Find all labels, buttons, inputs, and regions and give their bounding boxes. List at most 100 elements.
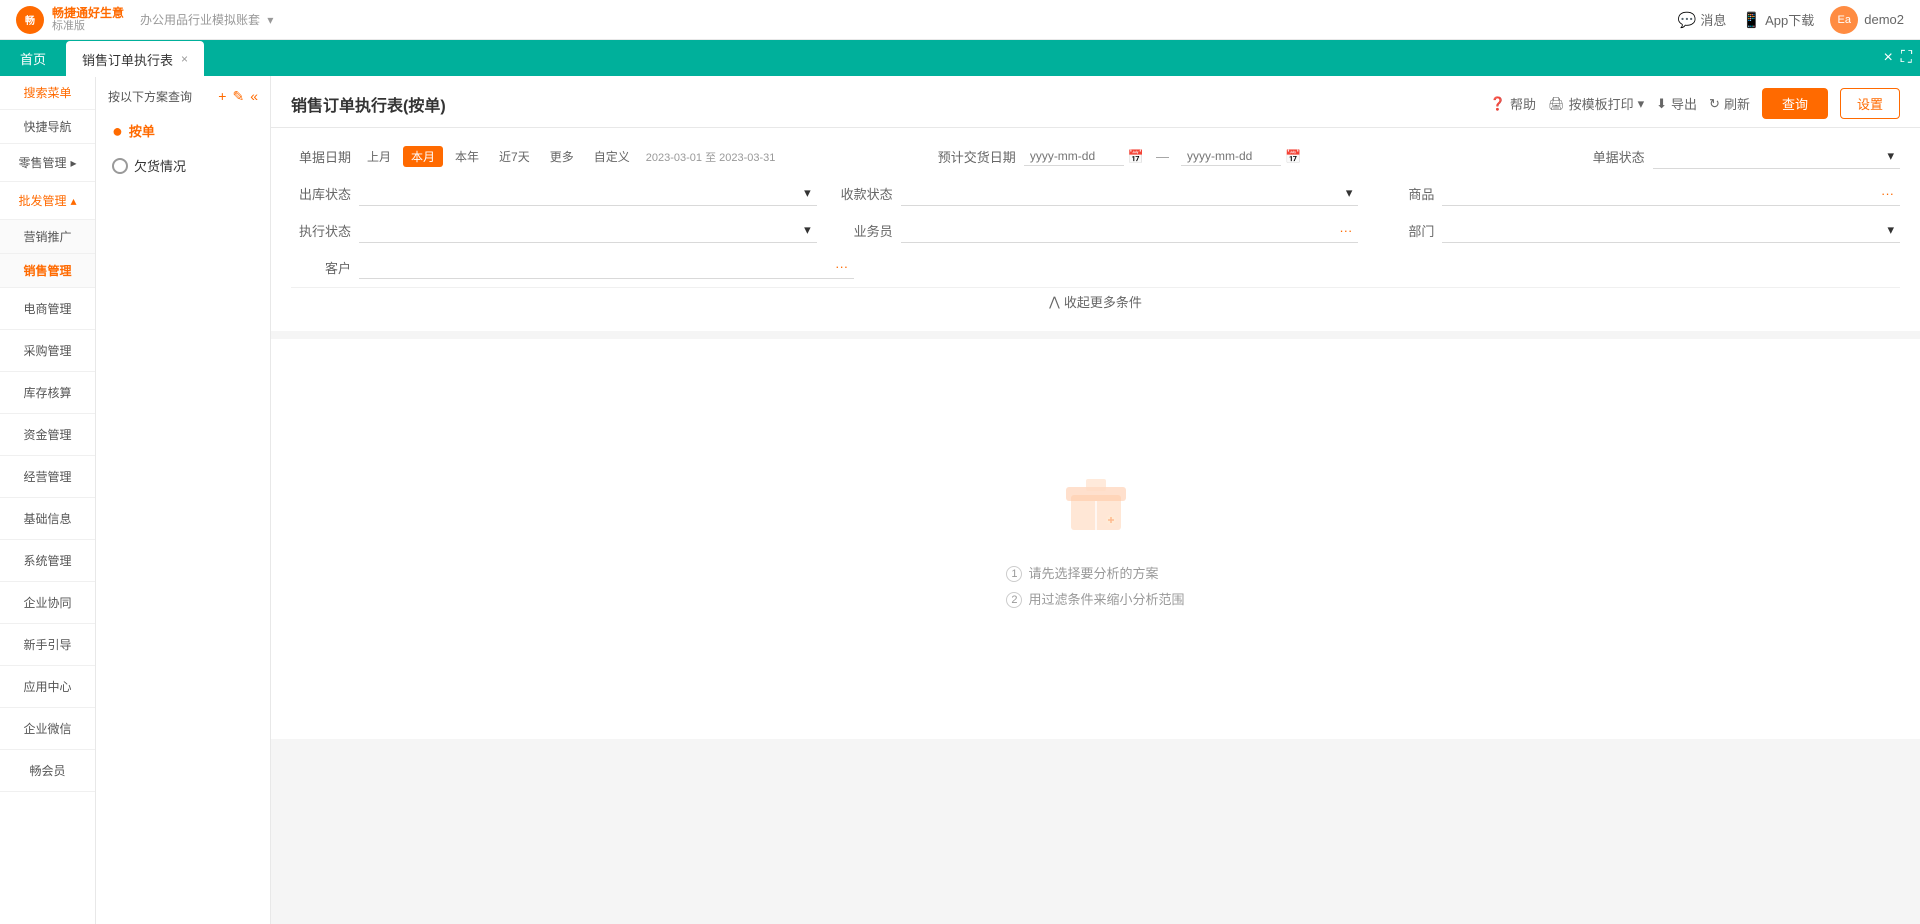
message-btn[interactable]: 💬 消息 — [1678, 10, 1727, 29]
exec-status-select[interactable] — [359, 218, 817, 243]
sidebar-search[interactable]: 搜索菜单 — [0, 76, 95, 110]
product-select[interactable]: ··· — [1442, 182, 1900, 206]
single-status-select[interactable] — [1653, 144, 1900, 169]
top-bar-right: 💬 消息 📱 App下载 Ea demo2 — [1678, 6, 1904, 34]
left-panel-header: 按以下方案查询 + ✎ « — [96, 88, 270, 113]
sidebar-sub-sales[interactable]: 销售管理 — [0, 254, 95, 288]
tab-home[interactable]: 首页 — [0, 40, 66, 76]
department-select[interactable] — [1442, 218, 1900, 243]
receipt-status-label: 收款状态 — [833, 184, 893, 203]
filter-department: 部门 — [1374, 218, 1900, 243]
salesman-select[interactable]: ··· — [901, 219, 1359, 243]
date-tag-last-month[interactable]: 上月 — [359, 146, 399, 167]
filter-forecast-date: 预计交货日期 📅 — 📅 — [938, 147, 1569, 166]
left-panel-add-btn[interactable]: + — [218, 88, 226, 105]
hint-item-1: 1 请先选择要分析的方案 — [1006, 561, 1184, 587]
page-title: 销售订单执行表(按单) — [291, 92, 446, 116]
left-panel-edit-btn[interactable]: ✎ — [232, 88, 244, 105]
filter-area: 单据日期 上月 本月 本年 近7天 更多 自定义 2023-03-01 至 20… — [271, 128, 1920, 331]
sidebar-item-member[interactable]: 畅会员 — [0, 750, 95, 792]
sidebar-item-enterprise[interactable]: 企业协同 — [0, 582, 95, 624]
forecast-date-from[interactable] — [1024, 147, 1124, 166]
empty-hint: 1 请先选择要分析的方案 2 用过滤条件来缩小分析范围 — [1006, 561, 1184, 613]
query-button[interactable]: 查询 — [1762, 88, 1828, 119]
product-label: 商品 — [1374, 184, 1434, 203]
date-tag-custom[interactable]: 自定义 — [586, 146, 638, 167]
account-dropdown[interactable]: 办公用品行业模拟账套 ▾ — [140, 11, 273, 28]
filter-salesman: 业务员 ··· — [833, 219, 1359, 243]
window-close-btn[interactable]: × — [1883, 49, 1892, 67]
settings-button[interactable]: 设置 — [1840, 88, 1900, 119]
department-chevron — [1887, 222, 1894, 238]
sidebar-item-system[interactable]: 系统管理 — [0, 540, 95, 582]
filter-product: 商品 ··· — [1374, 182, 1900, 206]
single-status-label: 单据状态 — [1585, 147, 1645, 166]
sidebar-item-inventory[interactable]: 库存核算 — [0, 372, 95, 414]
left-panel-item-press[interactable]: ● 按单 — [96, 113, 270, 148]
salesman-label: 业务员 — [833, 221, 893, 240]
hint-item-2: 2 用过滤条件来缩小分析范围 — [1006, 587, 1184, 613]
empty-state: 1 请先选择要分析的方案 2 用过滤条件来缩小分析范围 — [271, 339, 1920, 739]
sidebar-item-basic[interactable]: 基础信息 — [0, 498, 95, 540]
single-status-chevron — [1887, 148, 1894, 164]
calendar-from-icon[interactable]: 📅 — [1128, 149, 1144, 165]
customer-select[interactable]: ··· — [359, 255, 854, 279]
sidebar-item-wholesale[interactable]: 批发管理 — [0, 182, 95, 220]
page-header-row: 销售订单执行表(按单) ❓ 帮助 🖨 按模板打印 ⬇ 导出 — [291, 88, 1900, 119]
filter-row-2: 出库状态 收款状态 商品 ··· — [291, 181, 1900, 206]
dot-circle — [112, 158, 128, 174]
filter-row-1: 单据日期 上月 本月 本年 近7天 更多 自定义 2023-03-01 至 20… — [291, 144, 1900, 169]
left-panel-header-actions: + ✎ « — [218, 88, 258, 105]
hint-num-2: 2 — [1006, 592, 1022, 608]
tab-close-btn[interactable]: × — [181, 52, 188, 66]
filter-customer: 客户 ··· — [291, 255, 854, 279]
outbound-status-label: 出库状态 — [291, 184, 351, 203]
date-tag-7days[interactable]: 近7天 — [491, 146, 538, 167]
print-btn[interactable]: 🖨 按模板打印 — [1548, 94, 1644, 113]
calendar-to-icon[interactable]: 📅 — [1285, 149, 1301, 165]
filter-row-4: 客户 ··· — [291, 255, 1900, 279]
sidebar-item-operations[interactable]: 经营管理 — [0, 456, 95, 498]
sidebar-item-purchase[interactable]: 采购管理 — [0, 330, 95, 372]
date-range-display: 2023-03-01 至 2023-03-31 — [646, 149, 776, 165]
main-content: 销售订单执行表(按单) ❓ 帮助 🖨 按模板打印 ⬇ 导出 — [271, 76, 1920, 924]
logo-icon: 畅 — [16, 6, 44, 34]
date-tag-this-month[interactable]: 本月 — [403, 146, 443, 167]
tab-bar-actions: × ⛶ — [1883, 49, 1920, 67]
product-dots-icon[interactable]: ··· — [1881, 186, 1894, 201]
sidebar-item-newbie[interactable]: 新手引导 — [0, 624, 95, 666]
forecast-date-from-wrap: 📅 — [1024, 147, 1144, 166]
app-download-btn[interactable]: 📱 App下载 — [1742, 10, 1814, 29]
sidebar-item-retail[interactable]: 零售管理 — [0, 144, 95, 182]
page-header-actions: ❓ 帮助 🖨 按模板打印 ⬇ 导出 ↻ 刷新 — [1490, 88, 1900, 119]
salesman-dots-icon[interactable]: ··· — [1339, 223, 1352, 238]
forecast-date-to[interactable] — [1181, 147, 1281, 166]
user-menu[interactable]: Ea demo2 — [1830, 6, 1904, 34]
left-panel-collapse-btn[interactable]: « — [250, 88, 258, 105]
date-tag-more[interactable]: 更多 — [542, 146, 582, 167]
brand-subtitle: 标准版 — [52, 20, 124, 33]
sidebar-item-appcenter[interactable]: 应用中心 — [0, 666, 95, 708]
sidebar-sub-marketing[interactable]: 营销推广 — [0, 220, 95, 254]
window-expand-btn[interactable]: ⛶ — [1901, 49, 1912, 67]
outbound-status-select[interactable] — [359, 181, 817, 206]
wholesale-chevron — [70, 194, 76, 208]
date-range-separator: — — [1156, 149, 1169, 164]
sidebar-nav[interactable]: 快捷导航 — [0, 110, 95, 144]
date-tags: 上月 本月 本年 近7天 更多 自定义 2023-03-01 至 2023-03… — [359, 146, 775, 167]
collapse-row[interactable]: ⋀ 收起更多条件 — [291, 287, 1900, 315]
filter-row-3: 执行状态 业务员 ··· 部门 — [291, 218, 1900, 243]
sidebar-item-wechat[interactable]: 企业微信 — [0, 708, 95, 750]
refresh-btn[interactable]: ↻ 刷新 — [1709, 94, 1750, 113]
left-panel-item-debt[interactable]: 欠货情况 — [96, 148, 270, 183]
help-btn[interactable]: ❓ 帮助 — [1490, 94, 1536, 113]
export-btn[interactable]: ⬇ 导出 — [1656, 94, 1697, 113]
date-tag-this-year[interactable]: 本年 — [447, 146, 487, 167]
receipt-status-select[interactable] — [901, 181, 1359, 206]
filter-exec-status: 执行状态 — [291, 218, 817, 243]
forecast-date-label: 预计交货日期 — [938, 147, 1016, 166]
tab-active[interactable]: 销售订单执行表 × — [66, 41, 204, 77]
sidebar-item-ecommerce[interactable]: 电商管理 — [0, 288, 95, 330]
sidebar-item-finance[interactable]: 资金管理 — [0, 414, 95, 456]
customer-dots-icon[interactable]: ··· — [835, 259, 848, 274]
